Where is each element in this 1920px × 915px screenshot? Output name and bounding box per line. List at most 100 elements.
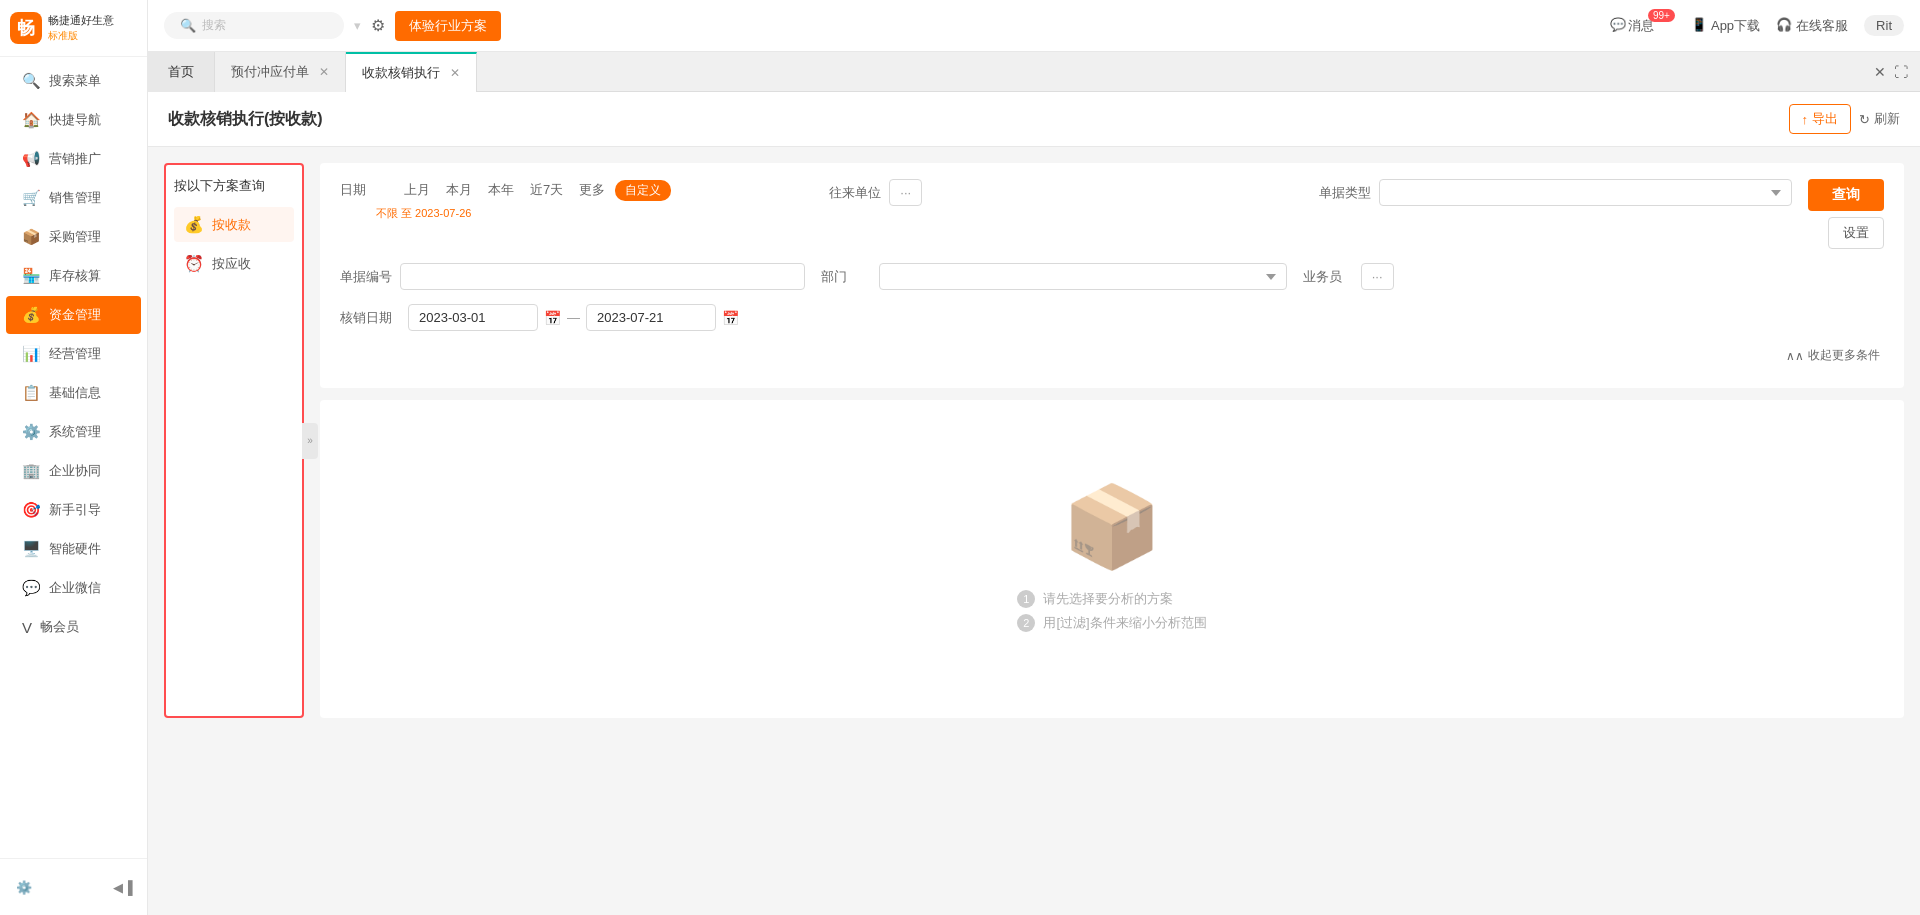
industry-btn[interactable]: 体验行业方案 xyxy=(395,11,501,41)
dept-select[interactable] xyxy=(879,263,1286,290)
tab-bar-actions: ✕ ⛶ xyxy=(1874,64,1920,80)
qd-more[interactable]: 更多 xyxy=(573,179,611,201)
verify-date-end[interactable] xyxy=(586,304,716,331)
header-left: 🔍 搜索 ▾ ⚙ 体验行业方案 xyxy=(164,11,501,41)
sidebar: 畅 畅捷通好生意 标准版 🔍 搜索菜单 🏠 快捷导航 📢 营销推广 🛒 销售管理… xyxy=(0,0,148,915)
sidebar-item-inventory[interactable]: 🏪 库存核算 xyxy=(6,257,141,295)
header-dropdown-icon[interactable]: ▾ xyxy=(354,18,361,33)
tab-home[interactable]: 首页 xyxy=(148,52,215,92)
user-avatar[interactable]: Rit xyxy=(1864,15,1904,36)
settings-form-btn[interactable]: 设置 xyxy=(1828,217,1884,249)
sidebar-item-purchase[interactable]: 📦 采购管理 xyxy=(6,218,141,256)
tab-prepay-close[interactable]: ✕ xyxy=(319,65,329,79)
main-area: 🔍 搜索 ▾ ⚙ 体验行业方案 💬 消息 99+ 📱 App下载 🎧 在线客服 xyxy=(148,0,1920,915)
sidebar-item-sales[interactable]: 🛒 销售管理 xyxy=(6,179,141,217)
operations-icon: 📊 xyxy=(22,345,41,363)
doc-type-select[interactable] xyxy=(1379,179,1792,206)
tab-receipt-verify-close[interactable]: ✕ xyxy=(450,66,460,80)
sidebar-item-system[interactable]: ⚙️ 系统管理 xyxy=(6,413,141,451)
sidebar-item-enterprise[interactable]: 🏢 企业协同 xyxy=(6,452,141,490)
cal-start-icon[interactable]: 📅 xyxy=(544,310,561,326)
sidebar-item-basic-info[interactable]: 📋 基础信息 xyxy=(6,374,141,412)
qd-last-month[interactable]: 上月 xyxy=(398,179,436,201)
online-service-btn[interactable]: 🎧 在线客服 xyxy=(1776,17,1848,35)
sidebar-item-hardware[interactable]: 🖥️ 智能硬件 xyxy=(6,530,141,568)
doc-number-input[interactable] xyxy=(400,263,805,290)
enterprise-icon: 🏢 xyxy=(22,462,41,480)
qd-this-year[interactable]: 本年 xyxy=(482,179,520,201)
logo-title: 畅捷通好生意 xyxy=(48,13,114,28)
qd-7days[interactable]: 近7天 xyxy=(524,179,569,201)
page-title: 收款核销执行(按收款) xyxy=(168,109,323,130)
sidebar-item-guide[interactable]: 🎯 新手引导 xyxy=(6,491,141,529)
sidebar-menu: 🔍 搜索菜单 🏠 快捷导航 📢 营销推广 🛒 销售管理 📦 采购管理 🏪 库存核… xyxy=(0,57,147,858)
qd-custom-active[interactable]: 自定义 xyxy=(615,180,671,201)
app-download-btn[interactable]: 📱 App下载 xyxy=(1691,17,1760,35)
page-header-actions: ↑ 导出 ↻ 刷新 xyxy=(1789,104,1901,134)
logo-subtitle: 标准版 xyxy=(48,29,114,43)
hint-item-1: 1 请先选择要分析的方案 xyxy=(1017,590,1206,608)
sidebar-item-finance[interactable]: 💰 资金管理 xyxy=(6,296,141,334)
hint-list: 1 请先选择要分析的方案 2 用[过滤]条件来缩小分析范围 xyxy=(1017,590,1206,638)
receivable-icon: ⏰ xyxy=(184,254,204,273)
receipt-icon: 💰 xyxy=(184,215,204,234)
message-badge: 99+ xyxy=(1648,9,1675,22)
hint-num-2: 2 xyxy=(1017,614,1035,632)
tab-bar: 首页 预付冲应付单 ✕ 收款核销执行 ✕ ✕ ⛶ xyxy=(148,52,1920,92)
tab-receipt-verify[interactable]: 收款核销执行 ✕ xyxy=(346,52,477,92)
filter-by-receipt[interactable]: 💰 按收款 xyxy=(174,207,294,242)
sidebar-item-operations[interactable]: 📊 经营管理 xyxy=(6,335,141,373)
sidebar-bottom: ⚙️ ◀▐ xyxy=(0,858,147,915)
sidebar-item-wechat[interactable]: 💬 企业微信 xyxy=(6,569,141,607)
cal-end-icon[interactable]: 📅 xyxy=(722,310,739,326)
query-btn[interactable]: 查询 xyxy=(1808,179,1884,211)
content-body: 按以下方案查询 💰 按收款 ⏰ 按应收 » xyxy=(148,147,1920,734)
purchase-icon: 📦 xyxy=(22,228,41,246)
collapse-chevron-icon: ∧∧ xyxy=(1786,349,1804,363)
tab-close-all-icon[interactable]: ✕ xyxy=(1874,64,1886,80)
collapse-sidebar-btn[interactable]: ◀▐ xyxy=(105,869,141,905)
sales-icon: 🛒 xyxy=(22,189,41,207)
basic-info-icon: 📋 xyxy=(22,384,41,402)
refresh-btn[interactable]: ↻ 刷新 xyxy=(1859,104,1900,134)
settings-bottom-btn[interactable]: ⚙️ xyxy=(6,869,42,905)
verify-date-group: 📅 — 📅 xyxy=(408,304,739,331)
header-actions: 💬 消息 99+ 📱 App下载 🎧 在线客服 Rit xyxy=(1610,15,1904,36)
tab-maximize-icon[interactable]: ⛶ xyxy=(1894,64,1908,80)
sidebar-item-quick-nav[interactable]: 🏠 快捷导航 xyxy=(6,101,141,139)
inventory-icon: 🏪 xyxy=(22,267,41,285)
sidebar-item-vip[interactable]: V 畅会员 xyxy=(6,608,141,646)
sidebar-item-search[interactable]: 🔍 搜索菜单 xyxy=(6,62,141,100)
staff-label: 业务员 xyxy=(1303,268,1353,286)
filter-by-receivable[interactable]: ⏰ 按应收 xyxy=(174,246,294,281)
gear-btn[interactable]: ⚙ xyxy=(371,16,385,35)
refresh-icon: ↻ xyxy=(1859,112,1870,127)
header-search-bar[interactable]: 🔍 搜索 xyxy=(164,12,344,39)
filter-panel: 按以下方案查询 💰 按收款 ⏰ 按应收 » xyxy=(164,163,304,718)
export-btn[interactable]: ↑ 导出 xyxy=(1789,104,1852,134)
date-separator: — xyxy=(567,310,580,325)
qd-this-month[interactable]: 本月 xyxy=(440,179,478,201)
vip-icon: V xyxy=(22,619,32,636)
sidebar-item-marketing[interactable]: 📢 营销推广 xyxy=(6,140,141,178)
service-icon: 🎧 xyxy=(1776,17,1792,32)
verify-date-start[interactable] xyxy=(408,304,538,331)
tab-prepay[interactable]: 预付冲应付单 ✕ xyxy=(215,52,346,92)
message-btn[interactable]: 💬 消息 99+ xyxy=(1610,17,1675,35)
message-icon: 💬 xyxy=(1610,17,1626,32)
hardware-icon: 🖥️ xyxy=(22,540,41,558)
filter-panel-title: 按以下方案查询 xyxy=(174,177,294,195)
logo-icon: 畅 xyxy=(10,12,42,44)
user-name-label: Rit xyxy=(1876,18,1892,33)
collapse-more-btn[interactable]: ∧∧ 收起更多条件 xyxy=(340,339,1884,372)
staff-select-btn[interactable]: ··· xyxy=(1361,263,1394,290)
system-icon: ⚙️ xyxy=(22,423,41,441)
search-menu-icon: 🔍 xyxy=(22,72,41,90)
query-actions: 查询 设置 xyxy=(1808,179,1884,249)
empty-illustration: 📦 xyxy=(1062,480,1162,574)
search-placeholder: 搜索 xyxy=(202,17,226,34)
party-select-btn[interactable]: ··· xyxy=(889,179,922,206)
guide-icon: 🎯 xyxy=(22,501,41,519)
app-icon: 📱 xyxy=(1691,17,1707,32)
collapse-filter-btn[interactable]: » xyxy=(302,423,318,459)
